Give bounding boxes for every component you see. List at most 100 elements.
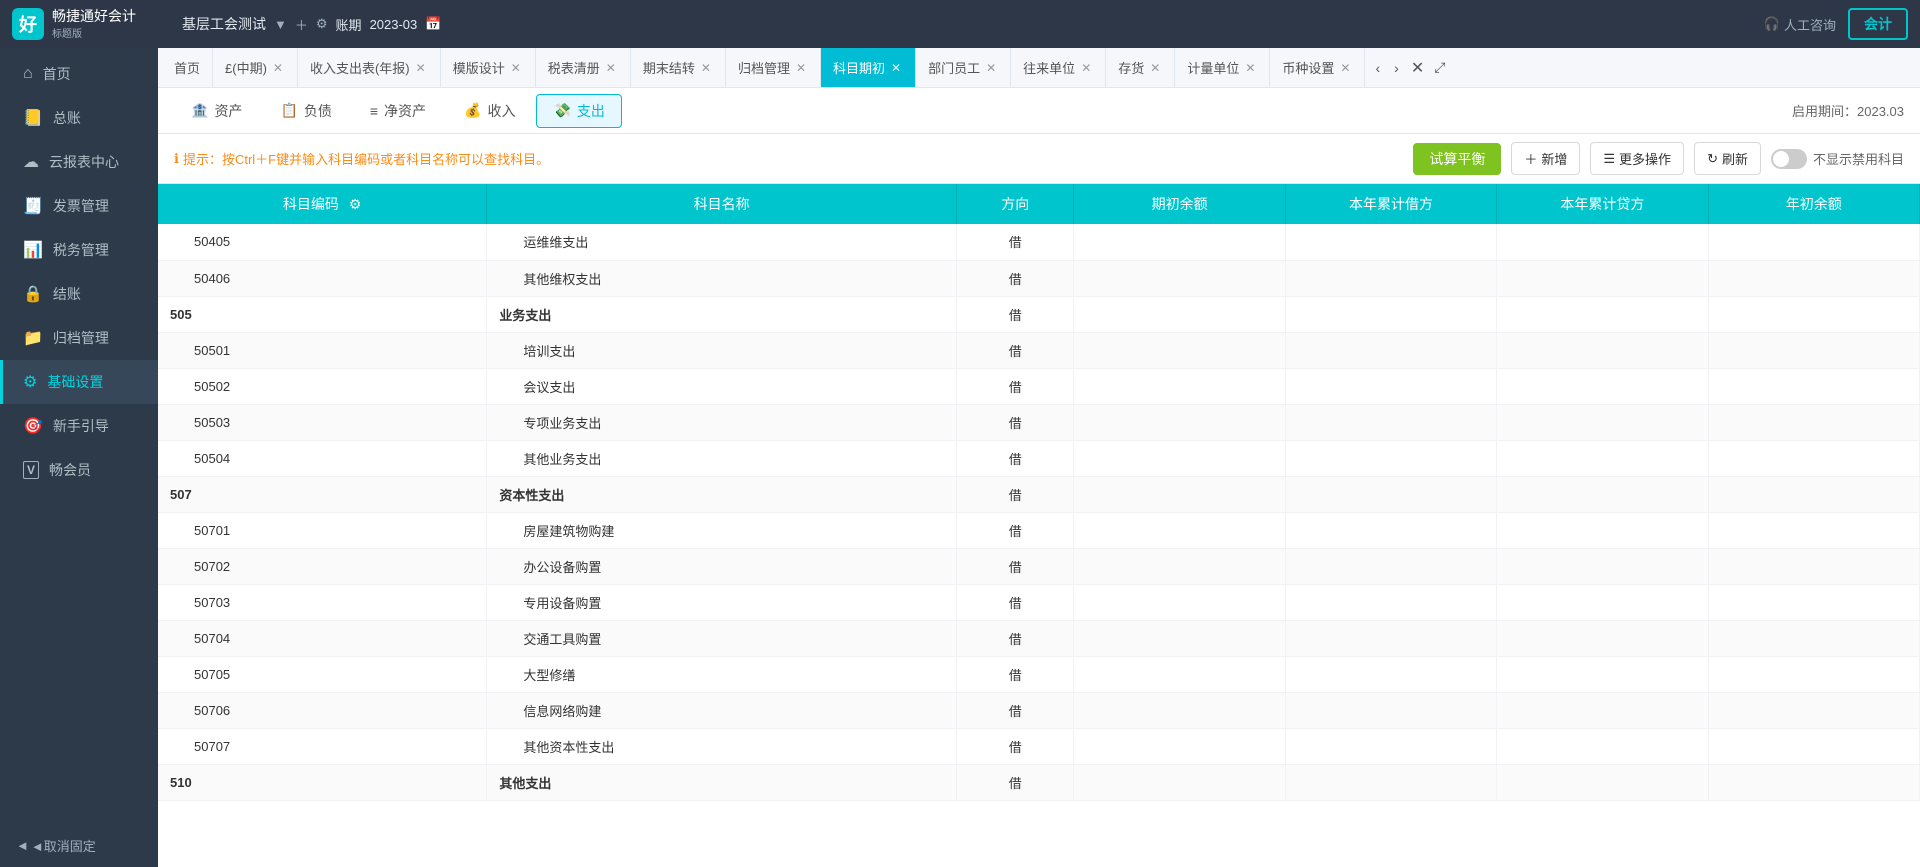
tab-currency[interactable]: 币种设置 ✕ xyxy=(1270,48,1365,88)
tab-home[interactable]: 首页 xyxy=(162,48,213,88)
income-icon: 💰 xyxy=(464,102,481,119)
cell-debit xyxy=(1285,404,1496,440)
tab-period[interactable]: £(中期) ✕ xyxy=(213,48,298,88)
sidebar-item-guide[interactable]: 🎯 新手引导 xyxy=(0,404,158,448)
tab-dept[interactable]: 部门员工 ✕ xyxy=(916,48,1011,88)
sidebar-item-member[interactable]: V 畅会员 xyxy=(0,448,158,492)
tab-measure-close[interactable]: ✕ xyxy=(1243,59,1257,77)
sidebar-item-invoice[interactable]: 🧾 发票管理 xyxy=(0,184,158,228)
sub-tab-asset[interactable]: 🏦 资产 xyxy=(174,94,259,128)
calendar-icon[interactable]: 📅 xyxy=(425,16,441,32)
sidebar-item-tax[interactable]: 📊 税务管理 xyxy=(0,228,158,272)
sidebar-label-settings: 基础设置 xyxy=(47,372,103,392)
sub-tab-expense[interactable]: 💸 支出 xyxy=(536,94,621,128)
table-row[interactable]: 50502 会议支出 借 xyxy=(158,368,1920,404)
tab-inventory-close[interactable]: ✕ xyxy=(1148,59,1162,77)
tab-archive-close[interactable]: ✕ xyxy=(794,59,808,77)
table-row[interactable]: 50704 交通工具购置 借 xyxy=(158,620,1920,656)
table-row[interactable]: 50707 其他资本性支出 借 xyxy=(158,728,1920,764)
add-button[interactable]: ＋ 新增 xyxy=(1511,142,1580,175)
disable-toggle[interactable] xyxy=(1771,149,1807,169)
tab-period-end-label: 期末结转 xyxy=(643,58,695,77)
collapse-sidebar-button[interactable]: ◄ ◄取消固定 xyxy=(0,824,158,867)
table-row[interactable]: 50405 运维维支出 借 xyxy=(158,224,1920,260)
tab-income[interactable]: 收入支出表(年报) ✕ xyxy=(298,48,441,88)
balance-button[interactable]: 试算平衡 xyxy=(1413,143,1501,175)
table-row[interactable]: 50406 其他维权支出 借 xyxy=(158,260,1920,296)
tab-template-close[interactable]: ✕ xyxy=(509,59,523,77)
tabs-bar: 首页 £(中期) ✕ 收入支出表(年报) ✕ 模版设计 ✕ 税表清册 ✕ 期末结… xyxy=(158,48,1920,88)
tab-currency-close[interactable]: ✕ xyxy=(1338,59,1352,77)
tab-archive[interactable]: 归档管理 ✕ xyxy=(726,48,821,88)
cell-year xyxy=(1708,260,1919,296)
tab-close-all-button[interactable]: ✕ xyxy=(1407,54,1428,82)
tab-inventory-label: 存货 xyxy=(1118,58,1144,77)
tab-dept-close[interactable]: ✕ xyxy=(984,59,998,77)
sidebar-item-close[interactable]: 🔒 结账 xyxy=(0,272,158,316)
tab-income-close[interactable]: ✕ xyxy=(414,59,428,77)
cell-code: 50504 xyxy=(158,440,487,476)
sub-tabs-bar: 🏦 资产 📋 负债 ≡ 净资产 💰 收入 💸 支出 启用期间：2023.03 xyxy=(158,88,1920,134)
sub-tab-liability-label: 负债 xyxy=(304,101,332,121)
table-row[interactable]: 510 其他支出 借 xyxy=(158,764,1920,800)
tab-unit-close[interactable]: ✕ xyxy=(1079,59,1093,77)
cell-balance xyxy=(1074,332,1285,368)
tab-unit[interactable]: 往来单位 ✕ xyxy=(1011,48,1106,88)
more-button[interactable]: ☰ 更多操作 xyxy=(1590,142,1684,175)
sub-tab-net-asset[interactable]: ≡ 净资产 xyxy=(353,94,443,128)
tab-tax[interactable]: 税表清册 ✕ xyxy=(536,48,631,88)
table-row[interactable]: 50501 培训支出 借 xyxy=(158,332,1920,368)
tab-period-end-close[interactable]: ✕ xyxy=(699,59,713,77)
table-row[interactable]: 505 业务支出 借 xyxy=(158,296,1920,332)
table-row[interactable]: 50703 专用设备购置 借 xyxy=(158,584,1920,620)
cell-year xyxy=(1708,620,1919,656)
cell-code: 50702 xyxy=(158,548,487,584)
sub-tab-income[interactable]: 💰 收入 xyxy=(447,94,532,128)
sidebar-item-home[interactable]: ⌂ 首页 xyxy=(0,52,158,96)
cell-name: 信息网络购建 xyxy=(487,692,957,728)
cell-dir: 借 xyxy=(957,584,1074,620)
sub-tab-liability[interactable]: 📋 负债 xyxy=(263,94,348,128)
main-content: 首页 £(中期) ✕ 收入支出表(年报) ✕ 模版设计 ✕ 税表清册 ✕ 期末结… xyxy=(158,48,1920,867)
table-row[interactable]: 50706 信息网络购建 借 xyxy=(158,692,1920,728)
cell-balance xyxy=(1074,476,1285,512)
cell-credit xyxy=(1497,620,1708,656)
tab-subject-init[interactable]: 科目期初 ✕ xyxy=(821,48,916,88)
refresh-button[interactable]: ↻ 刷新 xyxy=(1694,142,1761,175)
table-row[interactable]: 50705 大型修缮 借 xyxy=(158,656,1920,692)
sidebar-item-archive[interactable]: 📁 归档管理 xyxy=(0,316,158,360)
sidebar-item-ledger[interactable]: 📒 总账 xyxy=(0,96,158,140)
tab-period-close[interactable]: ✕ xyxy=(271,59,285,77)
tab-subject-init-close[interactable]: ✕ xyxy=(889,59,903,77)
help-button[interactable]: 🎧 人工咨询 xyxy=(1764,15,1836,34)
tab-expand-button[interactable]: ⤢ xyxy=(1430,55,1449,80)
tab-income-label: 收入支出表(年报) xyxy=(310,58,410,77)
settings-icon[interactable]: ⚙ xyxy=(316,16,328,32)
cell-year xyxy=(1708,548,1919,584)
account-button[interactable]: 会计 xyxy=(1848,8,1908,40)
tab-prev-button[interactable]: ‹ xyxy=(1369,56,1386,80)
tab-unit-label: 往来单位 xyxy=(1023,58,1075,77)
cell-balance xyxy=(1074,512,1285,548)
tab-measure[interactable]: 计量单位 ✕ xyxy=(1175,48,1270,88)
table-row[interactable]: 50702 办公设备购置 借 xyxy=(158,548,1920,584)
cell-credit xyxy=(1497,368,1708,404)
table-row[interactable]: 507 资本性支出 借 xyxy=(158,476,1920,512)
add-icon[interactable]: ＋ xyxy=(295,15,308,34)
table-row[interactable]: 50504 其他业务支出 借 xyxy=(158,440,1920,476)
table-row[interactable]: 50503 专项业务支出 借 xyxy=(158,404,1920,440)
cell-year xyxy=(1708,512,1919,548)
sidebar-item-report[interactable]: ☁ 云报表中心 xyxy=(0,140,158,184)
sidebar-item-settings[interactable]: ⚙ 基础设置 xyxy=(0,360,158,404)
table-row[interactable]: 50701 房屋建筑物购建 借 xyxy=(158,512,1920,548)
company-dropdown-icon[interactable]: ▼ xyxy=(274,17,287,32)
cell-balance xyxy=(1074,728,1285,764)
headset-icon: 🎧 xyxy=(1764,16,1780,32)
tab-tax-close[interactable]: ✕ xyxy=(604,59,618,77)
tab-inventory[interactable]: 存货 ✕ xyxy=(1106,48,1175,88)
tab-next-button[interactable]: › xyxy=(1388,56,1405,80)
cell-name: 会议支出 xyxy=(487,368,957,404)
tab-template[interactable]: 模版设计 ✕ xyxy=(441,48,536,88)
settings-col-icon[interactable]: ⚙ xyxy=(349,196,362,212)
tab-period-end[interactable]: 期末结转 ✕ xyxy=(631,48,726,88)
